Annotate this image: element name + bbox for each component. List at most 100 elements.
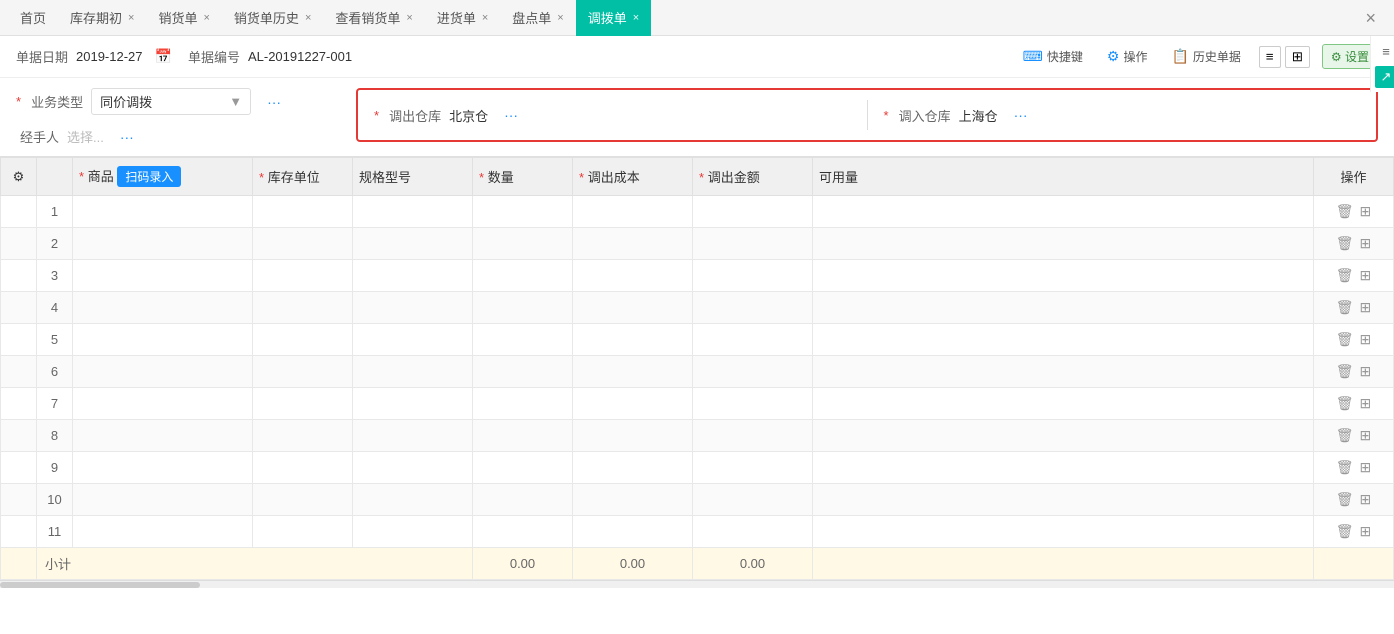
row-cost[interactable]	[573, 228, 693, 260]
delete-icon[interactable]: 🗑	[1336, 395, 1354, 412]
person-select[interactable]: 选择...	[67, 127, 104, 146]
row-amount[interactable]	[693, 324, 813, 356]
delete-icon[interactable]: 🗑	[1336, 267, 1354, 284]
copy-icon[interactable]: ⊞	[1360, 427, 1372, 444]
row-spec[interactable]	[353, 228, 473, 260]
row-cost[interactable]	[573, 516, 693, 548]
row-cost[interactable]	[573, 452, 693, 484]
operation-button[interactable]: ⚙ 操作	[1101, 46, 1154, 67]
row-product[interactable]	[73, 228, 253, 260]
delete-icon[interactable]: 🗑	[1336, 491, 1354, 508]
row-amount[interactable]	[693, 196, 813, 228]
sidebar-export-icon[interactable]: ↗	[1375, 66, 1394, 88]
row-amount[interactable]	[693, 452, 813, 484]
row-cost[interactable]	[573, 356, 693, 388]
shortcut-button[interactable]: ⌨ 快捷键	[1017, 46, 1089, 67]
copy-icon[interactable]: ⊞	[1360, 331, 1372, 348]
row-spec[interactable]	[353, 324, 473, 356]
row-unit[interactable]	[253, 228, 353, 260]
close-tab-view-sales[interactable]: ×	[406, 12, 412, 24]
row-product[interactable]	[73, 452, 253, 484]
delete-icon[interactable]: 🗑	[1336, 523, 1354, 540]
row-product[interactable]	[73, 196, 253, 228]
row-spec[interactable]	[353, 516, 473, 548]
row-product[interactable]	[73, 260, 253, 292]
copy-icon[interactable]: ⊞	[1360, 523, 1372, 540]
calendar-icon[interactable]: 📅	[155, 48, 172, 65]
row-cost[interactable]	[573, 196, 693, 228]
row-cost[interactable]	[573, 260, 693, 292]
row-qty[interactable]	[473, 260, 573, 292]
sidebar-list-icon[interactable]: ≡	[1375, 40, 1394, 62]
row-qty[interactable]	[473, 420, 573, 452]
close-tab-sales-order[interactable]: ×	[203, 12, 209, 24]
close-tab-sales-history[interactable]: ×	[305, 12, 311, 24]
row-spec[interactable]	[353, 260, 473, 292]
copy-icon[interactable]: ⊞	[1360, 491, 1372, 508]
row-spec[interactable]	[353, 452, 473, 484]
view-toggle-grid[interactable]: ⊞	[1285, 46, 1310, 68]
row-product[interactable]	[73, 324, 253, 356]
delete-icon[interactable]: 🗑	[1336, 203, 1354, 220]
transfer-out-more-button[interactable]: ···	[504, 107, 518, 123]
date-value[interactable]: 2019-12-27	[76, 49, 143, 64]
tab-view-sales[interactable]: 查看销货单 ×	[323, 0, 424, 36]
copy-icon[interactable]: ⊞	[1360, 299, 1372, 316]
transfer-out-value[interactable]: 北京仓	[449, 106, 488, 125]
copy-icon[interactable]: ⊞	[1360, 395, 1372, 412]
row-spec[interactable]	[353, 196, 473, 228]
delete-icon[interactable]: 🗑	[1336, 331, 1354, 348]
copy-icon[interactable]: ⊞	[1360, 459, 1372, 476]
close-tab-purchase-order[interactable]: ×	[482, 12, 488, 24]
tab-inventory-check[interactable]: 盘点单 ×	[500, 0, 575, 36]
row-unit[interactable]	[253, 292, 353, 324]
row-cost[interactable]	[573, 484, 693, 516]
row-unit[interactable]	[253, 484, 353, 516]
row-qty[interactable]	[473, 452, 573, 484]
row-unit[interactable]	[253, 516, 353, 548]
close-tab-inventory-init[interactable]: ×	[128, 12, 134, 24]
row-product[interactable]	[73, 388, 253, 420]
row-unit[interactable]	[253, 388, 353, 420]
close-all-button[interactable]: ×	[1355, 0, 1386, 36]
row-product[interactable]	[73, 484, 253, 516]
tab-transfer-order[interactable]: 调拨单 ×	[576, 0, 651, 36]
copy-icon[interactable]: ⊞	[1360, 203, 1372, 220]
close-tab-transfer-order[interactable]: ×	[633, 12, 639, 24]
row-qty[interactable]	[473, 356, 573, 388]
row-amount[interactable]	[693, 356, 813, 388]
business-type-more-button[interactable]: ···	[267, 94, 281, 110]
row-amount[interactable]	[693, 292, 813, 324]
row-qty[interactable]	[473, 292, 573, 324]
row-qty[interactable]	[473, 228, 573, 260]
delete-icon[interactable]: 🗑	[1336, 299, 1354, 316]
row-spec[interactable]	[353, 420, 473, 452]
close-tab-inventory-check[interactable]: ×	[557, 12, 563, 24]
row-cost[interactable]	[573, 388, 693, 420]
row-cost[interactable]	[573, 324, 693, 356]
row-unit[interactable]	[253, 260, 353, 292]
row-unit[interactable]	[253, 420, 353, 452]
transfer-in-more-button[interactable]: ···	[1014, 107, 1028, 123]
tab-sales-order[interactable]: 销货单 ×	[146, 0, 221, 36]
copy-icon[interactable]: ⊞	[1360, 267, 1372, 284]
tab-home[interactable]: 首页	[8, 0, 58, 36]
transfer-in-value[interactable]: 上海仓	[959, 106, 998, 125]
tab-purchase-order[interactable]: 进货单 ×	[425, 0, 500, 36]
row-amount[interactable]	[693, 484, 813, 516]
row-product[interactable]	[73, 292, 253, 324]
row-unit[interactable]	[253, 324, 353, 356]
row-qty[interactable]	[473, 388, 573, 420]
history-button[interactable]: 📋 历史单据	[1165, 46, 1246, 67]
delete-icon[interactable]: 🗑	[1336, 363, 1354, 380]
tab-sales-history[interactable]: 销货单历史 ×	[222, 0, 323, 36]
row-spec[interactable]	[353, 292, 473, 324]
row-spec[interactable]	[353, 388, 473, 420]
delete-icon[interactable]: 🗑	[1336, 427, 1354, 444]
copy-icon[interactable]: ⊞	[1360, 363, 1372, 380]
row-product[interactable]	[73, 420, 253, 452]
settings-column-header[interactable]: ⚙	[1, 158, 37, 196]
delete-icon[interactable]: 🗑	[1336, 235, 1354, 252]
row-amount[interactable]	[693, 388, 813, 420]
view-toggle-list[interactable]: ≡	[1259, 46, 1281, 68]
